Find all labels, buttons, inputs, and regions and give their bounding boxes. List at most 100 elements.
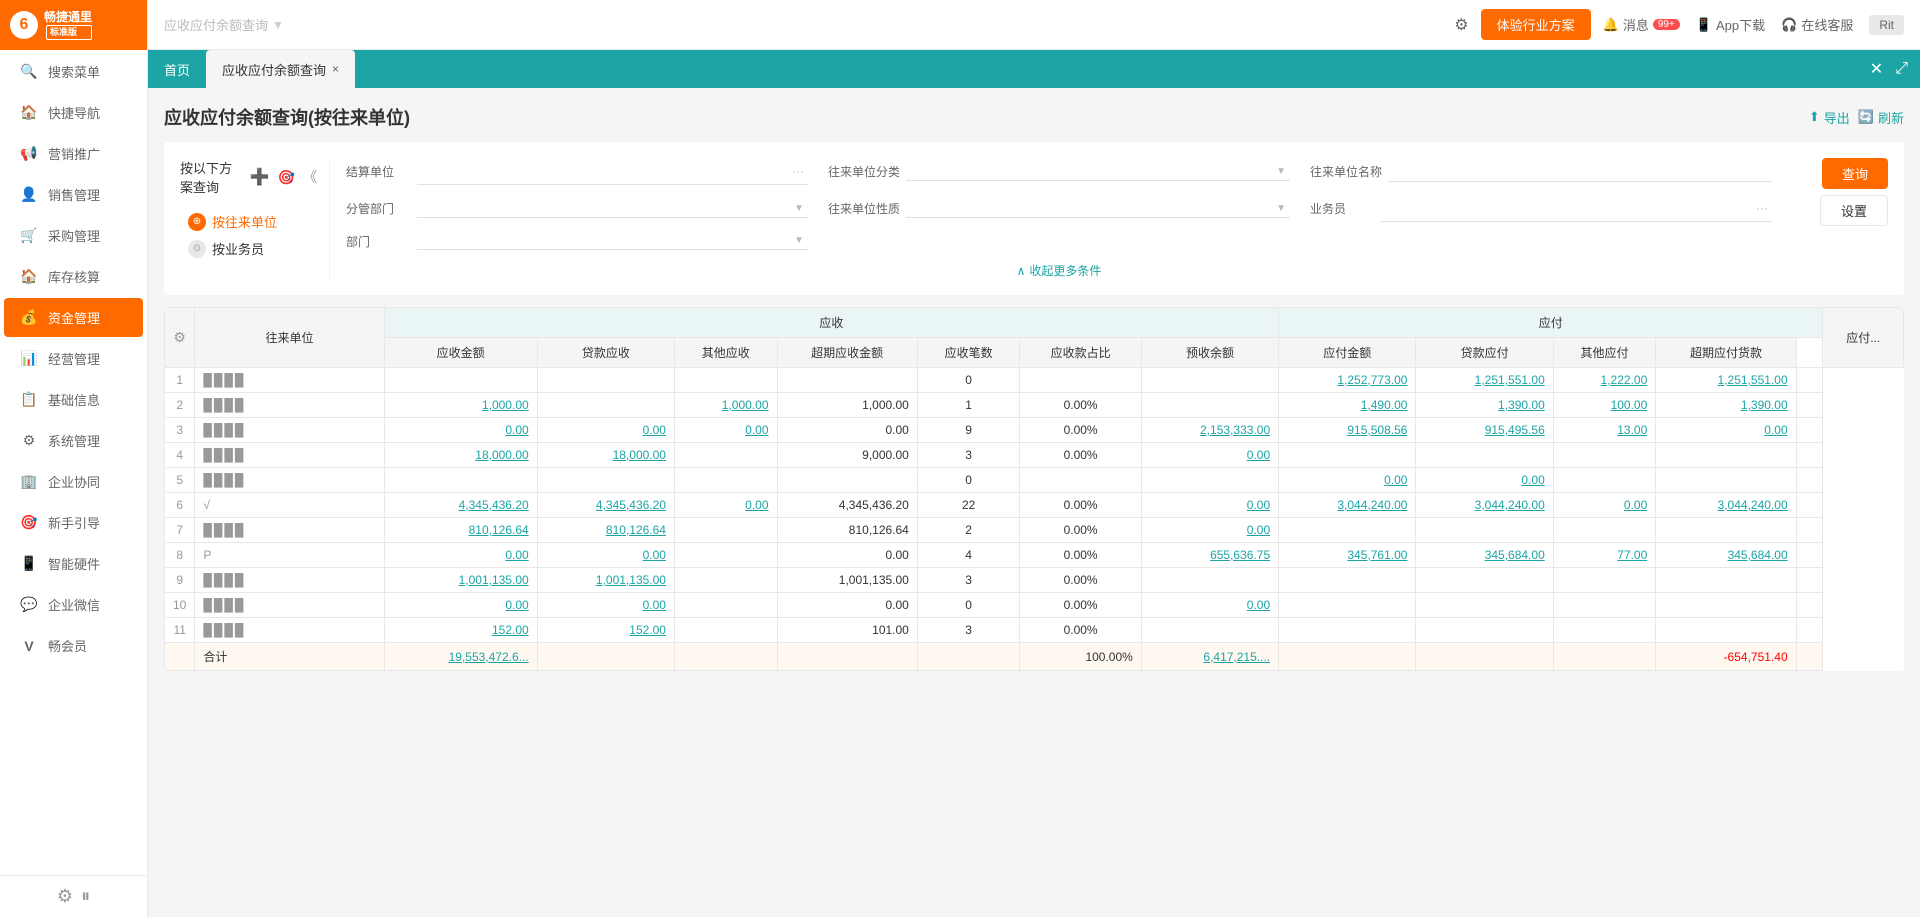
partner-cell: √ xyxy=(195,493,384,518)
main-area: 应收应付余额查询 ▼ ⚙ 体验行业方案 🔔 消息 99+ 📱 App下载 🎧 在… xyxy=(148,0,1920,917)
total-rec-amount[interactable]: 19,553,472.6... xyxy=(384,643,537,671)
query-btn[interactable]: 查询 xyxy=(1822,158,1888,189)
trial-btn[interactable]: 体验行业方案 xyxy=(1481,9,1591,40)
data-table: ⚙ 往来单位 应收 应付 应付... 应收金额 贷款应收 其他应收 超期应收金额… xyxy=(164,307,1904,671)
filter-scheme-col: 按以下方案查询 ➕ 🎯 《 ⊕ 按往来单位 ⊙ 按业务员 xyxy=(180,158,330,279)
brand-badge: 标准版 xyxy=(46,25,92,40)
salesperson-ellipsis[interactable]: ··· xyxy=(1756,201,1768,215)
total-overdue-pay: -654,751.40 xyxy=(1656,643,1796,671)
total-advance[interactable]: 6,417,215.... xyxy=(1141,643,1278,671)
partner-category-label: 往来单位分类 xyxy=(828,163,900,180)
table-row: 11████152.00152.00101.0030.00% xyxy=(165,618,1904,643)
partner-category-select[interactable]: ▼ xyxy=(906,163,1290,181)
settlement-unit-input[interactable] xyxy=(421,161,792,181)
app-download-btn[interactable]: 📱 App下载 xyxy=(1696,15,1765,34)
tab-close-window-icon[interactable]: ✕ xyxy=(1866,55,1887,83)
dept-select[interactable]: ▼ xyxy=(417,232,808,250)
filter-add-btn[interactable]: ➕ xyxy=(250,167,270,187)
partner-category-arrow-icon: ▼ xyxy=(1276,166,1286,177)
sidebar-item-system[interactable]: ⚙ 系统管理 xyxy=(4,421,143,460)
total-label: 合计 xyxy=(195,643,384,671)
notifications-btn[interactable]: 🔔 消息 99+ xyxy=(1603,15,1680,34)
home-tab-label: 首页 xyxy=(164,60,190,79)
filter-target-btn[interactable]: 🎯 xyxy=(278,169,295,186)
sidebar-item-label: 企业微信 xyxy=(48,595,100,614)
partner-name-input[interactable] xyxy=(1388,161,1772,182)
table-row: 2████1,000.001,000.001,000.0010.00%1,490… xyxy=(165,393,1904,418)
table-row: 3████0.000.000.000.0090.00%2,153,333.009… xyxy=(165,418,1904,443)
breadcrumb-text: 应收应付余额查询 xyxy=(164,15,268,34)
col-overdue-rec: 超期应收金额 xyxy=(777,338,917,368)
online-service-btn[interactable]: 🎧 在线客服 xyxy=(1781,15,1853,34)
scheme-salesperson-label: 按业务员 xyxy=(212,239,264,258)
sidebar-item-corp-collab[interactable]: 🏢 企业协同 xyxy=(4,462,143,501)
filter-header-label: 按以下方案查询 xyxy=(180,158,242,196)
settings-btn[interactable]: 设置 xyxy=(1820,195,1888,226)
page-actions: ⬆ 导出 🔄 刷新 xyxy=(1809,108,1904,127)
app-download-label: App下载 xyxy=(1716,15,1765,34)
dept-label: 部门 xyxy=(346,233,411,250)
table-body: 1████01,252,773.001,251,551.001,222.001,… xyxy=(165,368,1904,643)
collapse-label: 收起更多条件 xyxy=(1029,262,1101,279)
sidebar-item-basic-info[interactable]: 📋 基础信息 xyxy=(4,380,143,419)
header-gear-icon[interactable]: ⚙ xyxy=(1454,15,1468,35)
sidebar-item-sales[interactable]: 👤 销售管理 xyxy=(4,175,143,214)
filter-panel-inner: 按以下方案查询 ➕ 🎯 《 ⊕ 按往来单位 ⊙ 按业务员 xyxy=(180,158,1888,279)
scheme-by-partner[interactable]: ⊕ 按往来单位 xyxy=(180,208,317,235)
sidebar-item-corp-wx[interactable]: 💬 企业微信 xyxy=(4,585,143,624)
settlement-unit-ellipsis[interactable]: ··· xyxy=(792,164,804,178)
corp-collab-icon: 🏢 xyxy=(20,473,38,490)
partner-name-label: 往来单位名称 xyxy=(1310,163,1382,180)
filter-fields-col: 结算单位 ··· 往来单位分类 ▼ xyxy=(346,158,1772,279)
table-header-row-2: 应收金额 贷款应收 其他应收 超期应收金额 应收笔数 应收款占比 预收余额 应付… xyxy=(165,338,1904,368)
export-btn[interactable]: ⬆ 导出 xyxy=(1809,108,1850,127)
active-tab-label: 应收应付余额查询 xyxy=(222,60,326,79)
basic-info-icon: 📋 xyxy=(20,391,38,408)
scheme-by-salesperson[interactable]: ⊙ 按业务员 xyxy=(180,235,317,262)
refresh-btn[interactable]: 🔄 刷新 xyxy=(1858,108,1904,127)
sidebar-collapse-btn[interactable]: ⏸ xyxy=(81,886,90,907)
sidebar-item-search-menu[interactable]: 🔍 搜索菜单 xyxy=(4,52,143,91)
filter-header: 按以下方案查询 ➕ 🎯 《 xyxy=(180,158,317,196)
filter-collapse-schemes-btn[interactable]: 《 xyxy=(303,167,317,187)
sidebar-item-vip[interactable]: V 畅会员 xyxy=(4,626,143,665)
inventory-icon: 🏠 xyxy=(20,268,38,285)
sidebar-item-finance[interactable]: 💰 资金管理 xyxy=(4,298,143,337)
partner-nature-select[interactable]: ▼ xyxy=(906,200,1290,218)
finance-icon: 💰 xyxy=(20,309,38,326)
sidebar-settings-btn[interactable]: ⚙ xyxy=(57,886,73,907)
branch-dept-arrow-icon: ▼ xyxy=(794,203,804,214)
tab-expand-icon[interactable]: ⤢ xyxy=(1891,56,1912,82)
col-advance: 预收余额 xyxy=(1141,338,1278,368)
salesperson-input[interactable] xyxy=(1385,198,1756,218)
sidebar-item-label: 快捷导航 xyxy=(48,103,100,122)
user-name: Rit xyxy=(1869,15,1904,35)
col-loan-rec: 贷款应收 xyxy=(537,338,674,368)
data-table-wrapper: ⚙ 往来单位 应收 应付 应付... 应收金额 贷款应收 其他应收 超期应收金额… xyxy=(164,307,1904,671)
sidebar-item-label: 企业协同 xyxy=(48,472,100,491)
sidebar-item-marketing[interactable]: 📢 营销推广 xyxy=(4,134,143,173)
tab-close-icon[interactable]: × xyxy=(332,62,339,76)
sidebar-item-inventory[interactable]: 🏠 库存核算 xyxy=(4,257,143,296)
sidebar-item-guide[interactable]: 🎯 新手引导 xyxy=(4,503,143,542)
purchase-icon: 🛒 xyxy=(20,227,38,244)
table-header-row-1: ⚙ 往来单位 应收 应付 应付... xyxy=(165,308,1904,338)
sidebar-item-purchase[interactable]: 🛒 采购管理 xyxy=(4,216,143,255)
salesperson-label: 业务员 xyxy=(1310,200,1375,217)
sidebar-item-label: 营销推广 xyxy=(48,144,100,163)
filter-scheme: ⊕ 按往来单位 ⊙ 按业务员 xyxy=(180,208,317,262)
sidebar-item-smart-hw[interactable]: 📱 智能硬件 xyxy=(4,544,143,583)
sidebar-item-operations[interactable]: 📊 经营管理 xyxy=(4,339,143,378)
operations-icon: 📊 xyxy=(20,350,38,367)
partner-cell: ████ xyxy=(195,468,384,493)
tab-home[interactable]: 首页 xyxy=(148,50,206,88)
branch-dept-select[interactable]: ▼ xyxy=(417,200,808,218)
table-settings-icon[interactable]: ⚙ xyxy=(173,329,186,345)
sidebar-footer: ⚙ ⏸ xyxy=(0,875,147,917)
sidebar-item-label: 库存核算 xyxy=(48,267,100,286)
filter-collapse-row[interactable]: ∧ 收起更多条件 xyxy=(346,262,1772,279)
tab-active[interactable]: 应收应付余额查询 × xyxy=(206,50,355,88)
col-payable-suffix: 应付... xyxy=(1823,308,1904,368)
table-row: 6√4,345,436.204,345,436.200.004,345,436.… xyxy=(165,493,1904,518)
sidebar-item-quick-nav[interactable]: 🏠 快捷导航 xyxy=(4,93,143,132)
